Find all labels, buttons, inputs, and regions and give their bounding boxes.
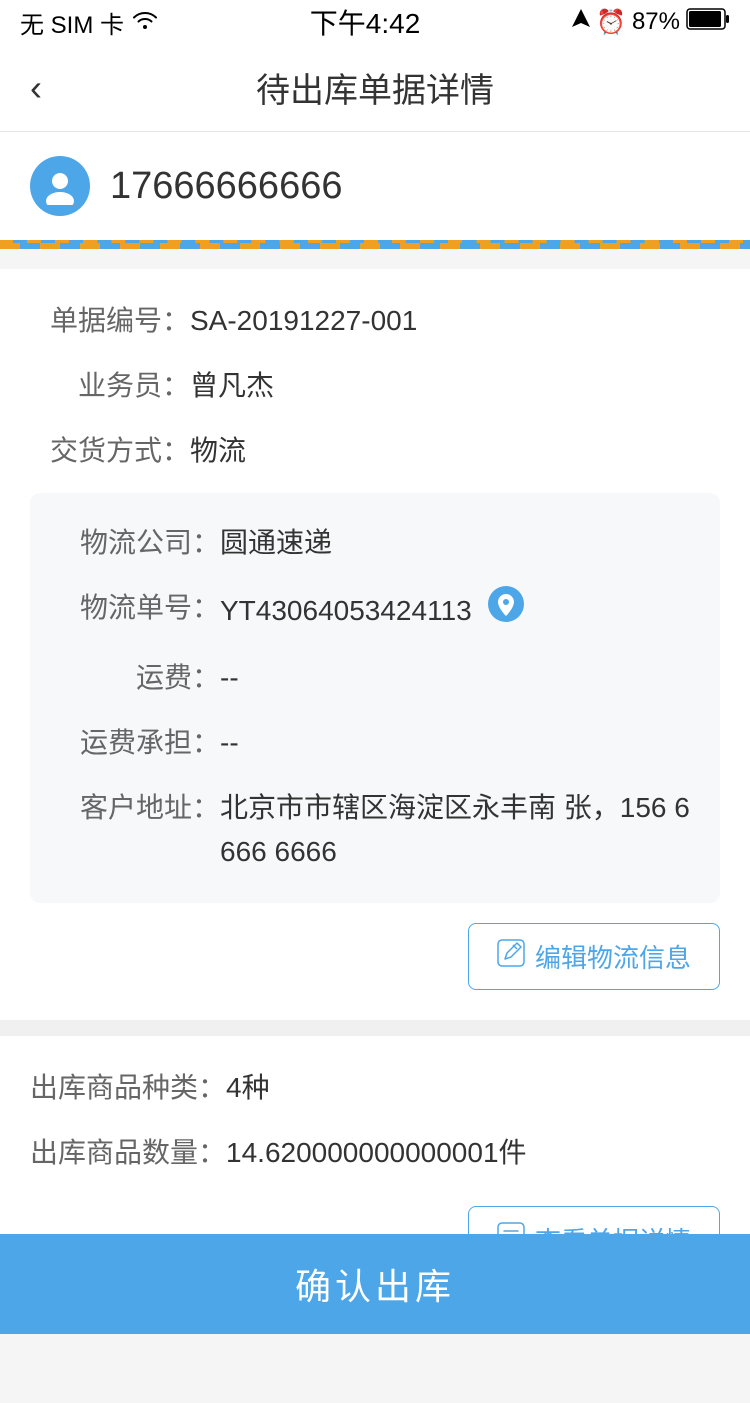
- goods-type-value: 4种: [226, 1066, 720, 1111]
- address-row: 客户地址： 北京市市辖区海淀区永丰南 张，156 6666 6666: [60, 786, 690, 876]
- edit-logistics-container: 编辑物流信息: [30, 923, 720, 990]
- address-value: 北京市市辖区海淀区永丰南 张，156 6666 6666: [220, 786, 690, 876]
- gps-icon: [572, 8, 590, 36]
- goods-quantity-label: 出库商品数量：: [30, 1131, 226, 1176]
- document-row: 单据编号： SA-20191227-001: [30, 299, 720, 344]
- status-right: ⏰ 87%: [572, 8, 730, 37]
- location-icon[interactable]: [488, 586, 524, 636]
- delivery-row: 交货方式： 物流: [30, 429, 720, 474]
- salesman-value: 曾凡杰: [190, 364, 720, 409]
- edit-logistics-label: 编辑物流信息: [535, 938, 691, 975]
- salesman-row: 业务员： 曾凡杰: [30, 364, 720, 409]
- logistics-section: 物流公司： 圆通速递 物流单号： YT43064053424113 运费：: [30, 493, 720, 903]
- document-value: SA-20191227-001: [190, 299, 720, 344]
- status-time: 下午4:42: [310, 2, 421, 42]
- confirm-button[interactable]: 确认出库: [295, 1258, 455, 1310]
- dashed-divider: [0, 243, 750, 249]
- company-value: 圆通速递: [220, 521, 690, 566]
- freight-bearer-label: 运费承担：: [60, 721, 220, 766]
- document-label: 单据编号：: [30, 299, 190, 344]
- freight-value: --: [220, 656, 690, 701]
- delivery-label: 交货方式：: [30, 429, 190, 474]
- salesman-label: 业务员：: [30, 364, 190, 409]
- nav-bar: ‹ 待出库单据详情: [0, 44, 750, 132]
- edit-icon: [497, 939, 525, 974]
- freight-bearer-row: 运费承担： --: [60, 721, 690, 766]
- back-button[interactable]: ‹: [20, 57, 52, 119]
- goods-type-row: 出库商品种类： 4种: [30, 1066, 720, 1111]
- edit-logistics-button[interactable]: 编辑物流信息: [468, 923, 720, 990]
- goods-quantity-value: 14.620000000000001件: [226, 1131, 720, 1176]
- phone-number: 17666666666: [110, 165, 342, 208]
- tracking-label: 物流单号：: [60, 586, 220, 631]
- company-row: 物流公司： 圆通速递: [60, 521, 690, 566]
- phone-header: 17666666666: [0, 132, 750, 243]
- address-label: 客户地址：: [60, 786, 220, 831]
- basic-info-section: 单据编号： SA-20191227-001 业务员： 曾凡杰 交货方式： 物流 …: [0, 269, 750, 1020]
- company-label: 物流公司：: [60, 521, 220, 566]
- delivery-value: 物流: [190, 429, 720, 474]
- freight-row: 运费： --: [60, 656, 690, 701]
- battery-percent: 87%: [632, 8, 680, 36]
- freight-label: 运费：: [60, 656, 220, 701]
- status-bar: 无 SIM 卡 下午4:42 ⏰ 87%: [0, 0, 750, 44]
- status-left: 无 SIM 卡: [20, 5, 158, 40]
- goods-type-label: 出库商品种类：: [30, 1066, 226, 1111]
- page-title: 待出库单据详情: [256, 63, 494, 112]
- freight-bearer-value: --: [220, 721, 690, 766]
- carrier-label: 无 SIM 卡: [20, 5, 124, 40]
- alarm-icon: ⏰: [596, 8, 626, 37]
- goods-quantity-row: 出库商品数量： 14.620000000000001件: [30, 1131, 720, 1176]
- bottom-bar: 确认出库: [0, 1234, 750, 1334]
- tracking-value: YT43064053424113: [220, 586, 524, 636]
- avatar: [30, 156, 90, 216]
- wifi-icon: [132, 8, 158, 36]
- tracking-row: 物流单号： YT43064053424113: [60, 586, 690, 636]
- section-divider: [0, 1020, 750, 1036]
- battery-icon: [686, 8, 730, 37]
